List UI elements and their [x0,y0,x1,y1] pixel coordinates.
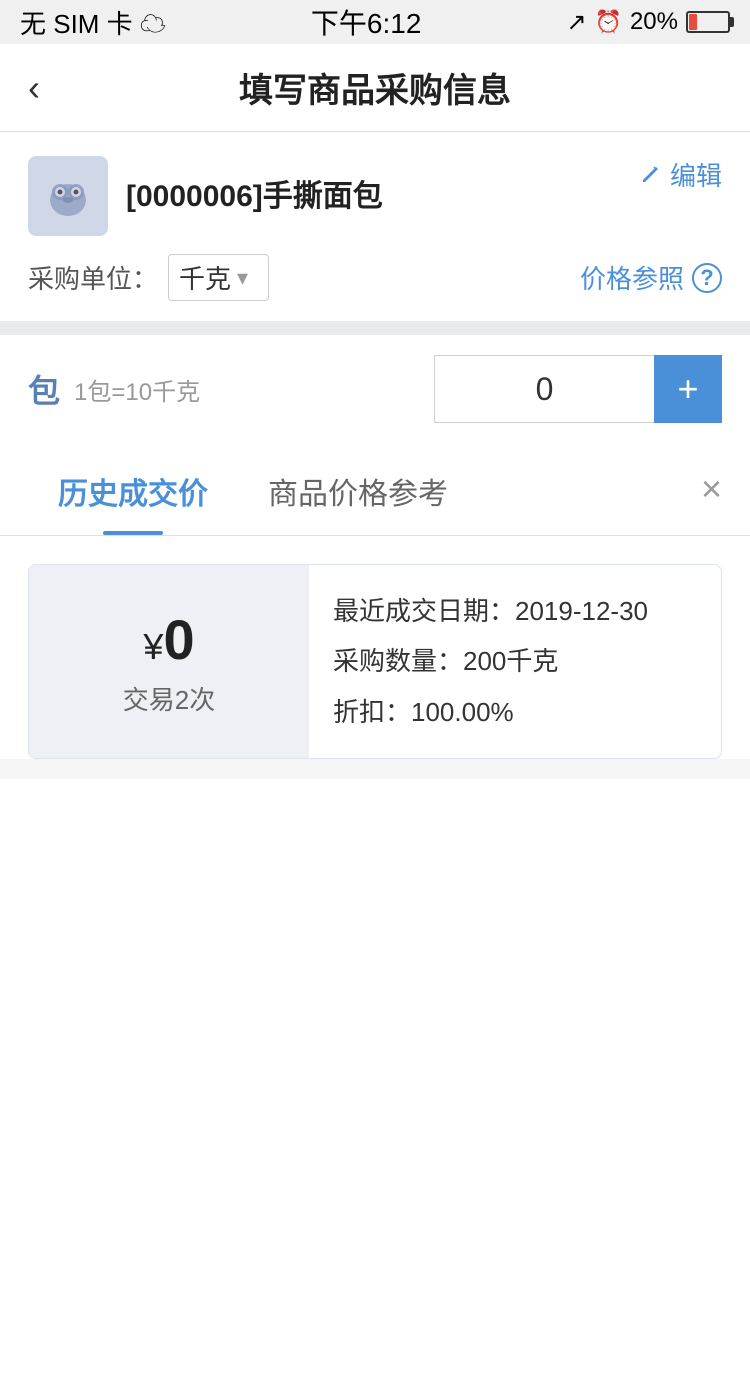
history-trade-count: 交易2次 [123,680,215,717]
tab-history-price[interactable]: 历史成交价 [28,443,238,535]
tabs-header: 历史成交价 商品价格参考 × [0,443,750,536]
history-card: ¥0 交易2次 最近成交日期：2019-12-30 采购数量：200千克 折扣：… [28,564,722,759]
history-discount-row: 折扣：100.00% [333,694,697,730]
quantity-section: 包 1包=10千克 + [0,335,750,443]
price-ref-button[interactable]: 价格参照 ? [580,259,722,296]
product-logo-image [42,170,94,222]
product-section: [0000006]手撕面包 编辑 采购单位： 千克 ▾ 价格参照 ? [0,132,750,321]
date-value: 2019-12-30 [515,596,648,626]
history-price: ¥0 [143,607,194,672]
product-name: [0000006]手撕面包 [126,177,383,216]
tabs-section: 历史成交价 商品价格参考 × ¥0 交易2次 最近成交日期：2019-12-30… [0,443,750,759]
battery-percent: 20% [630,8,678,36]
price-ref-label: 价格参照 [580,259,684,296]
dropdown-arrow-icon: ▾ [237,265,248,291]
nav-bar: ‹ 填写商品采购信息 [0,44,750,132]
status-left: 无 SIM 卡 ☁ [20,4,166,41]
quantity-conversion: 1包=10千克 [74,372,200,407]
date-label: 最近成交日期： [333,596,515,626]
discount-label: 折扣： [333,697,411,727]
unit-value: 千克 [179,259,231,296]
tab-product-price-ref[interactable]: 商品价格参考 [238,443,478,535]
status-time: 下午6:12 [311,2,422,42]
price-symbol: ¥ [143,626,163,667]
quantity-unit-badge: 包 [28,366,60,412]
quantity-label-text: 采购数量： [333,646,463,676]
logo-svg [42,170,94,222]
unit-select[interactable]: 千克 ▾ [168,254,269,301]
history-card-left: ¥0 交易2次 [29,565,309,758]
product-logo [28,156,108,236]
quantity-value: 200千克 [463,646,558,676]
empty-space [0,779,750,1379]
history-quantity-row: 采购数量：200千克 [333,643,697,679]
unit-left: 采购单位： 千克 ▾ [28,254,269,301]
edit-button[interactable]: 编辑 [640,156,722,193]
back-button[interactable]: ‹ [28,67,40,109]
status-bar: 无 SIM 卡 ☁ 下午6:12 ↗ ⏰ 20% [0,0,750,44]
discount-value: 100.00% [411,697,514,727]
product-unit-row: 采购单位： 千克 ▾ 价格参照 ? [28,254,722,301]
edit-icon [640,164,662,186]
quantity-input-group: + [434,355,722,423]
page-title: 填写商品采购信息 [239,63,511,112]
product-header: [0000006]手撕面包 编辑 [28,156,722,236]
battery-icon [686,11,730,33]
unit-label: 采购单位： [28,259,158,296]
sim-label: 无 SIM 卡 ☁ [20,4,166,41]
quantity-plus-button[interactable]: + [654,355,722,423]
quantity-label: 包 1包=10千克 [28,366,200,412]
status-right: ↗ ⏰ 20% [566,8,730,37]
price-value: 0 [163,608,194,671]
tabs-close-button[interactable]: × [671,448,722,530]
history-date-row: 最近成交日期：2019-12-30 [333,593,697,629]
quantity-input[interactable] [434,355,654,423]
alarm-icon: ⏰ [595,9,622,35]
location-icon: ↗ [566,8,586,37]
help-icon: ? [692,263,722,293]
section-divider [0,321,750,335]
history-card-right: 最近成交日期：2019-12-30 采购数量：200千克 折扣：100.00% [309,565,721,758]
product-left: [0000006]手撕面包 [28,156,383,236]
